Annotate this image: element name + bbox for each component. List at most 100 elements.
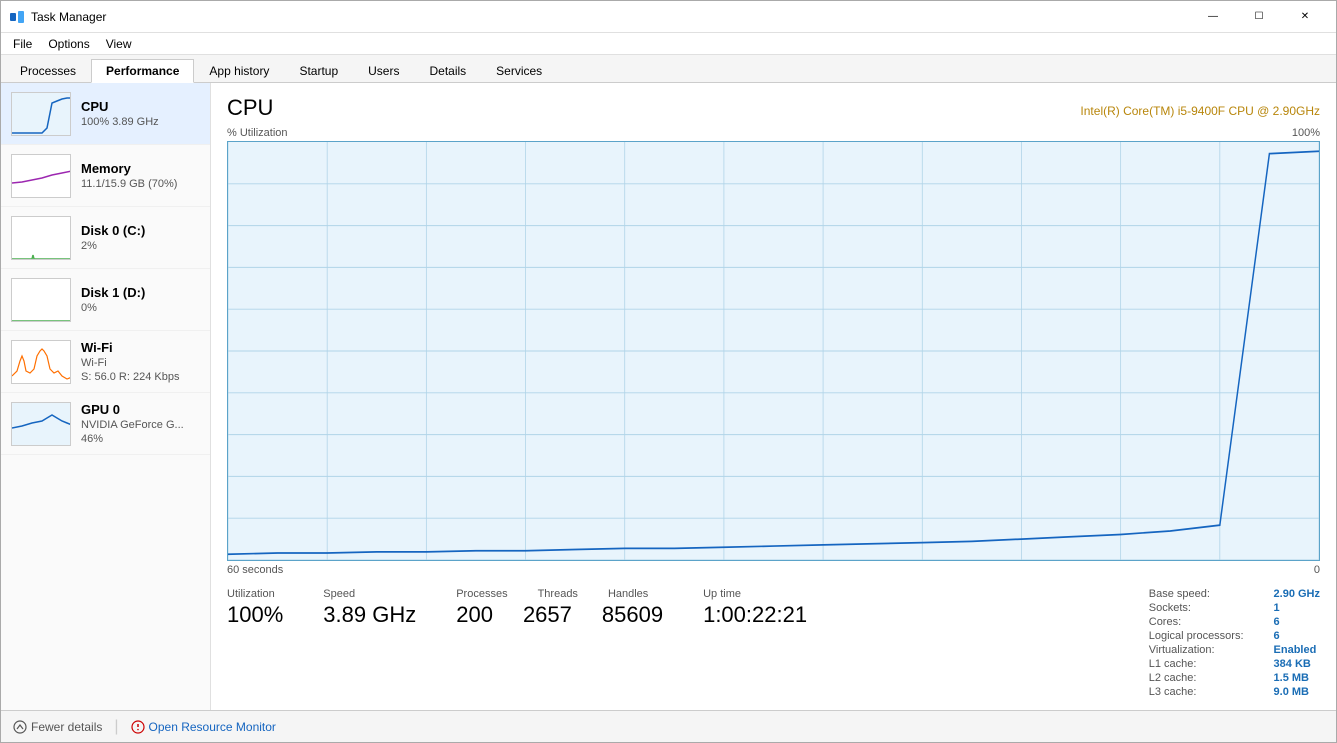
sidebar-item-gpu[interactable]: GPU 0 NVIDIA GeForce G... 46% xyxy=(1,393,210,455)
panel-subtitle: Intel(R) Core(TM) i5-9400F CPU @ 2.90GHz xyxy=(1080,104,1320,118)
base-speed-value: 2.90 GHz xyxy=(1274,588,1320,600)
sidebar: CPU 100% 3.89 GHz Memory 11.1/15.9 GB (7… xyxy=(1,83,211,710)
resource-monitor-icon xyxy=(131,720,145,734)
memory-sidebar-title: Memory xyxy=(81,161,200,176)
utilization-value: 100% xyxy=(227,602,283,628)
tab-startup[interactable]: Startup xyxy=(284,58,353,82)
close-button[interactable]: ✕ xyxy=(1282,1,1328,33)
tab-processes[interactable]: Processes xyxy=(5,58,91,82)
graph-x-min: 0 xyxy=(1314,564,1320,576)
cpu-graph xyxy=(227,141,1320,561)
bottom-bar: Fewer details | Open Resource Monitor xyxy=(1,710,1336,742)
logical-value: 6 xyxy=(1274,630,1320,642)
right-panel: CPU Intel(R) Core(TM) i5-9400F CPU @ 2.9… xyxy=(211,83,1336,710)
processes-handles-group: Processes Threads Handles 200 2657 85609 xyxy=(456,588,663,698)
menu-view[interactable]: View xyxy=(98,35,140,53)
open-resource-monitor-text[interactable]: Open Resource Monitor xyxy=(149,720,276,734)
memory-sidebar-sub: 11.1/15.9 GB (70%) xyxy=(81,178,200,190)
memory-sidebar-info: Memory 11.1/15.9 GB (70%) xyxy=(81,161,200,190)
menu-options[interactable]: Options xyxy=(40,35,97,53)
cpu-sidebar-title: CPU xyxy=(81,99,200,114)
virtualization-value: Enabled xyxy=(1274,644,1320,656)
maximize-button[interactable]: ☐ xyxy=(1236,1,1282,33)
separator: | xyxy=(114,718,118,736)
gpu-sidebar-info: GPU 0 NVIDIA GeForce G... 46% xyxy=(81,402,200,445)
sockets-label: Sockets: xyxy=(1149,602,1244,614)
menu-file[interactable]: File xyxy=(5,35,40,53)
uptime-value: 1:00:22:21 xyxy=(703,602,807,628)
sidebar-item-disk1[interactable]: Disk 1 (D:) 0% xyxy=(1,269,210,331)
disk0-sidebar-title: Disk 0 (C:) xyxy=(81,223,200,238)
speed-label: Speed xyxy=(323,588,416,600)
l2-value: 1.5 MB xyxy=(1274,672,1320,684)
graph-svg xyxy=(228,142,1319,560)
graph-x-label: 60 seconds xyxy=(227,564,283,576)
disk0-thumbnail xyxy=(11,216,71,260)
sidebar-item-cpu[interactable]: CPU 100% 3.89 GHz xyxy=(1,83,210,145)
processes-label: Processes xyxy=(456,588,507,600)
sockets-value: 1 xyxy=(1274,602,1320,614)
fewer-details-link[interactable]: Fewer details xyxy=(13,720,102,734)
graph-bottom-row: 60 seconds 0 xyxy=(227,564,1320,576)
l1-value: 384 KB xyxy=(1274,658,1320,670)
wifi-sidebar-sub2: S: 56.0 R: 224 Kbps xyxy=(81,371,200,383)
disk1-thumbnail xyxy=(11,278,71,322)
wifi-thumbnail xyxy=(11,340,71,384)
wifi-sidebar-title: Wi-Fi xyxy=(81,340,200,355)
memory-thumbnail xyxy=(11,154,71,198)
task-manager-window: Task Manager — ☐ ✕ File Options View Pro… xyxy=(0,0,1337,743)
handles-label: Handles xyxy=(608,588,648,600)
disk1-sidebar-info: Disk 1 (D:) 0% xyxy=(81,285,200,314)
open-resource-monitor-link[interactable]: Open Resource Monitor xyxy=(131,720,276,734)
specs-section: Base speed: 2.90 GHz Sockets: 1 Cores: 6… xyxy=(1149,588,1320,698)
wifi-sidebar-sub1: Wi-Fi xyxy=(81,357,200,369)
main-content: CPU 100% 3.89 GHz Memory 11.1/15.9 GB (7… xyxy=(1,83,1336,710)
disk0-sidebar-sub: 2% xyxy=(81,240,200,252)
threads-value: 2657 xyxy=(523,602,572,628)
title-bar: Task Manager — ☐ ✕ xyxy=(1,1,1336,33)
menu-bar: File Options View xyxy=(1,33,1336,55)
stats-section: Utilization 100% Speed 3.89 GHz Processe… xyxy=(227,588,1320,698)
panel-header: CPU Intel(R) Core(TM) i5-9400F CPU @ 2.9… xyxy=(227,95,1320,121)
l3-label: L3 cache: xyxy=(1149,686,1244,698)
tab-bar: Processes Performance App history Startu… xyxy=(1,55,1336,83)
gpu-sidebar-sub1: NVIDIA GeForce G... xyxy=(81,419,200,431)
tab-performance[interactable]: Performance xyxy=(91,59,194,83)
gpu-thumbnail xyxy=(11,402,71,446)
process-values-row: 200 2657 85609 xyxy=(456,602,663,628)
l2-label: L2 cache: xyxy=(1149,672,1244,684)
title-bar-controls: — ☐ ✕ xyxy=(1190,1,1328,33)
app-icon xyxy=(9,9,25,25)
speed-group: Speed 3.89 GHz xyxy=(323,588,416,698)
cores-value: 6 xyxy=(1274,616,1320,628)
cpu-thumbnail xyxy=(11,92,71,136)
panel-title: CPU xyxy=(227,95,273,121)
cores-label: Cores: xyxy=(1149,616,1244,628)
processes-value: 200 xyxy=(456,602,493,628)
fewer-details-text: Fewer details xyxy=(31,720,102,734)
gpu-sidebar-title: GPU 0 xyxy=(81,402,200,417)
threads-label: Threads xyxy=(538,588,578,600)
process-labels-row: Processes Threads Handles xyxy=(456,588,663,600)
chevron-up-icon xyxy=(13,720,27,734)
graph-label-row: % Utilization 100% xyxy=(227,127,1320,139)
tab-services[interactable]: Services xyxy=(481,58,557,82)
minimize-button[interactable]: — xyxy=(1190,1,1236,33)
base-speed-label: Base speed: xyxy=(1149,588,1244,600)
l3-value: 9.0 MB xyxy=(1274,686,1320,698)
tab-details[interactable]: Details xyxy=(414,58,481,82)
sidebar-item-memory[interactable]: Memory 11.1/15.9 GB (70%) xyxy=(1,145,210,207)
uptime-label: Up time xyxy=(703,588,807,600)
tab-users[interactable]: Users xyxy=(353,58,414,82)
utilization-group: Utilization 100% xyxy=(227,588,283,698)
logical-label: Logical processors: xyxy=(1149,630,1244,642)
handles-value: 85609 xyxy=(602,602,663,628)
disk1-sidebar-sub: 0% xyxy=(81,302,200,314)
tab-app-history[interactable]: App history xyxy=(194,58,284,82)
sidebar-item-wifi[interactable]: Wi-Fi Wi-Fi S: 56.0 R: 224 Kbps xyxy=(1,331,210,393)
sidebar-item-disk0[interactable]: Disk 0 (C:) 2% xyxy=(1,207,210,269)
graph-y-label: % Utilization xyxy=(227,127,288,139)
cpu-sidebar-sub: 100% 3.89 GHz xyxy=(81,116,200,128)
l1-label: L1 cache: xyxy=(1149,658,1244,670)
disk1-sidebar-title: Disk 1 (D:) xyxy=(81,285,200,300)
